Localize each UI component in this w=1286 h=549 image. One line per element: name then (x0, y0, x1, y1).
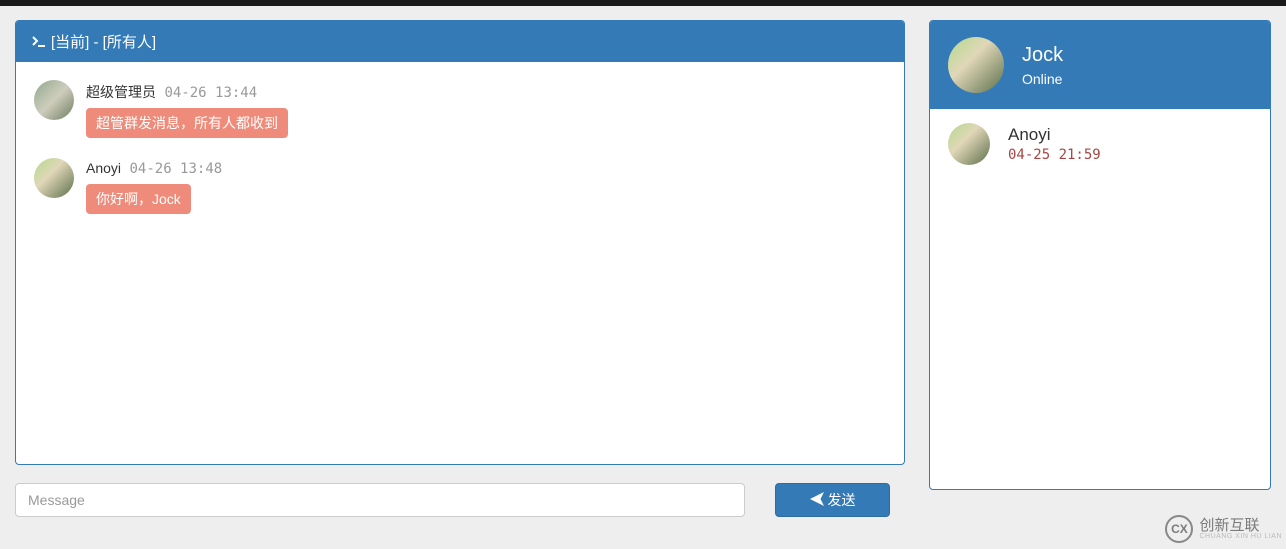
current-user-header: Jock Online (930, 21, 1270, 109)
message-time: 04-26 13:48 (129, 161, 222, 177)
message-bubble: 你好啊，Jock (86, 184, 191, 214)
message-time: 04-26 13:44 (164, 85, 257, 101)
contact-info: Anoyi 04-25 21:59 (1008, 125, 1101, 163)
avatar (948, 123, 990, 165)
sidebar-column: Jock Online Anoyi 04-25 21:59 (929, 20, 1271, 517)
message-header: 超级管理员 04-26 13:44 (86, 82, 288, 102)
user-info: Jock Online (1022, 43, 1063, 87)
contact-name: Anoyi (1008, 125, 1101, 145)
terminal-icon (31, 34, 47, 50)
chat-body[interactable]: 超级管理员 04-26 13:44 超管群发消息，所有人都收到 Anoyi 04… (16, 62, 904, 464)
user-panel: Jock Online Anoyi 04-25 21:59 (929, 20, 1271, 490)
watermark-main: 创新互联 (1199, 518, 1282, 533)
paper-plane-icon (810, 492, 824, 509)
message-sender: 超级管理员 (86, 84, 156, 100)
message-content: 超级管理员 04-26 13:44 超管群发消息，所有人都收到 (86, 80, 288, 138)
main-container: [当前] - [所有人] 超级管理员 04-26 13:44 超管群发消息，所有… (0, 6, 1286, 527)
contact-item[interactable]: Anoyi 04-25 21:59 (930, 109, 1270, 179)
message-header: Anoyi 04-26 13:48 (86, 160, 222, 178)
send-label: 发送 (828, 490, 856, 510)
contact-list: Anoyi 04-25 21:59 (930, 109, 1270, 179)
avatar[interactable] (34, 80, 74, 120)
avatar[interactable] (948, 37, 1004, 93)
chat-header: [当前] - [所有人] (16, 21, 904, 62)
message-row: 超级管理员 04-26 13:44 超管群发消息，所有人都收到 (34, 80, 886, 138)
avatar[interactable] (34, 158, 74, 198)
watermark: CX 创新互联 CHUANG XIN HU LIAN (1165, 515, 1282, 543)
contact-time: 04-25 21:59 (1008, 147, 1101, 163)
chat-title: [当前] - [所有人] (51, 31, 156, 52)
current-username: Jock (1022, 43, 1063, 67)
watermark-logo-icon: CX (1165, 515, 1193, 543)
input-row: 发送 (15, 483, 905, 517)
watermark-sub: CHUANG XIN HU LIAN (1199, 533, 1282, 540)
message-content: Anoyi 04-26 13:48 你好啊，Jock (86, 158, 222, 214)
chat-column: [当前] - [所有人] 超级管理员 04-26 13:44 超管群发消息，所有… (15, 20, 905, 517)
send-button[interactable]: 发送 (775, 483, 890, 517)
message-bubble: 超管群发消息，所有人都收到 (86, 108, 288, 138)
message-row: Anoyi 04-26 13:48 你好啊，Jock (34, 158, 886, 214)
current-status: Online (1022, 71, 1063, 87)
watermark-text-block: 创新互联 CHUANG XIN HU LIAN (1199, 518, 1282, 540)
message-sender: Anoyi (86, 160, 121, 176)
message-input[interactable] (15, 483, 745, 517)
chat-panel: [当前] - [所有人] 超级管理员 04-26 13:44 超管群发消息，所有… (15, 20, 905, 465)
